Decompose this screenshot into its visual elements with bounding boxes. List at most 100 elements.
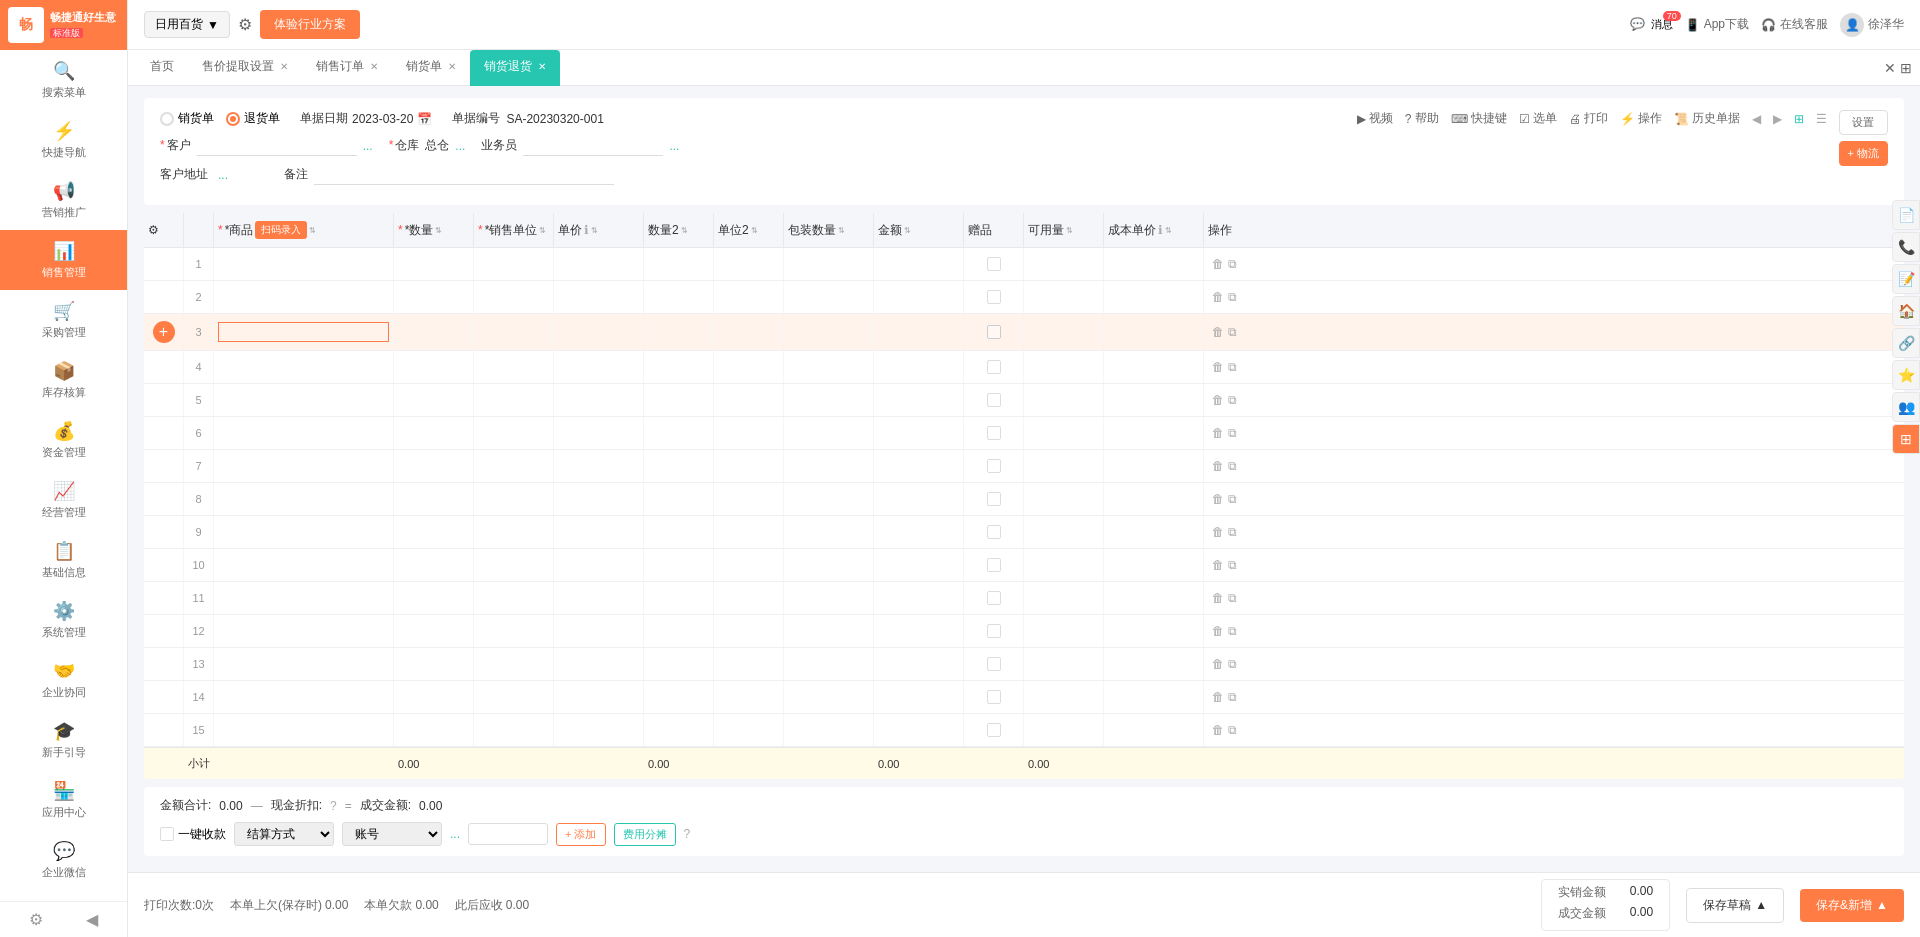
- user-profile-action[interactable]: 👤 徐泽华: [1840, 13, 1904, 37]
- notes-input[interactable]: [314, 164, 614, 185]
- payment-help-icon[interactable]: ?: [684, 827, 691, 841]
- collapse-icon[interactable]: ◀: [86, 910, 98, 929]
- cost-sort-icon[interactable]: ⇅: [1165, 226, 1172, 235]
- fee-split-btn[interactable]: 费用分摊: [614, 823, 676, 846]
- sidebar-item-operations[interactable]: 📈 经营管理: [0, 470, 127, 530]
- nav-prev-icon[interactable]: ◀: [1752, 112, 1761, 126]
- float-btn-6[interactable]: ⭐: [1892, 360, 1920, 390]
- available-sort-icon[interactable]: ⇅: [1066, 226, 1073, 235]
- select-btn[interactable]: ☑ 选单: [1519, 110, 1557, 127]
- qty2-sort-icon[interactable]: ⇅: [681, 226, 688, 235]
- float-btn-4[interactable]: 🏠: [1892, 296, 1920, 326]
- online-service-action[interactable]: 🎧 在线客服: [1761, 16, 1828, 33]
- sidebar-item-enterprise[interactable]: 🤝 企业协同: [0, 650, 127, 710]
- row-1-price[interactable]: [554, 248, 644, 280]
- row-3-copy-icon[interactable]: ⧉: [1228, 325, 1237, 339]
- operate-btn[interactable]: ⚡ 操作: [1620, 110, 1662, 127]
- one-click-checkbox[interactable]: 一键收款: [160, 826, 226, 843]
- list-view-icon[interactable]: ☰: [1816, 112, 1827, 126]
- float-btn-2[interactable]: 📞: [1892, 232, 1920, 262]
- customer-input[interactable]: [197, 135, 357, 156]
- row-1-product[interactable]: [214, 248, 394, 280]
- row-2-unit2[interactable]: [714, 281, 784, 313]
- grid-view-icon[interactable]: ⊞: [1794, 112, 1804, 126]
- row-2-gift-checkbox[interactable]: [987, 290, 1001, 304]
- row-1-gift-checkbox[interactable]: [987, 257, 1001, 271]
- table-config-icon[interactable]: ⚙: [148, 223, 159, 237]
- calendar-icon[interactable]: 📅: [417, 112, 432, 126]
- row-1-qty2[interactable]: [644, 248, 714, 280]
- unit-sort-icon[interactable]: ⇅: [539, 226, 546, 235]
- radio-return[interactable]: 退货单: [226, 110, 280, 127]
- row-3-product[interactable]: [214, 314, 394, 350]
- settle-method-select[interactable]: 结算方式: [234, 822, 334, 846]
- row-3-add[interactable]: +: [144, 314, 184, 350]
- history-btn[interactable]: 📜 历史单据: [1674, 110, 1740, 127]
- row-2-qty[interactable]: [394, 281, 474, 313]
- amount-input[interactable]: [468, 823, 548, 845]
- row-1-delete-icon[interactable]: 🗑: [1212, 257, 1224, 271]
- settings-bottom-icon[interactable]: ⚙: [29, 910, 43, 929]
- row-3-price[interactable]: [554, 314, 644, 350]
- row-3-gift-checkbox[interactable]: [987, 325, 1001, 339]
- sidebar-item-wechat[interactable]: 💬 企业微信: [0, 830, 127, 890]
- row-1-unit[interactable]: [474, 248, 554, 280]
- row-3-unit2[interactable]: [714, 314, 784, 350]
- float-btn-1[interactable]: 📄: [1892, 200, 1920, 230]
- tab-sale-return-close[interactable]: ✕: [538, 61, 546, 72]
- row-3-qty[interactable]: [394, 314, 474, 350]
- sidebar-item-purchase[interactable]: 🛒 采购管理: [0, 290, 127, 350]
- row-1-unit2[interactable]: [714, 248, 784, 280]
- account-dots-icon[interactable]: ...: [450, 827, 460, 841]
- sidebar-item-member[interactable]: V 畅会员: [0, 890, 127, 901]
- row-2-product[interactable]: [214, 281, 394, 313]
- sidebar-item-finance[interactable]: 💰 资金管理: [0, 410, 127, 470]
- sidebar-item-inventory[interactable]: 📦 库存核算: [0, 350, 127, 410]
- pkg-sort-icon[interactable]: ⇅: [838, 226, 845, 235]
- sidebar-item-appstore[interactable]: 🏪 应用中心: [0, 770, 127, 830]
- float-btn-3[interactable]: 📝: [1892, 264, 1920, 294]
- tab-sale-delivery[interactable]: 销货单 ✕: [392, 50, 470, 86]
- tab-home[interactable]: 首页: [136, 50, 188, 86]
- add-row-button[interactable]: +: [153, 321, 175, 343]
- help-btn[interactable]: ? 帮助: [1405, 110, 1439, 127]
- sidebar-item-marketing[interactable]: 📢 营销推广: [0, 170, 127, 230]
- staff-input[interactable]: [523, 135, 663, 156]
- category-select[interactable]: 日用百货 ▼: [144, 11, 230, 38]
- row-1-amount[interactable]: [874, 248, 964, 280]
- staff-dots-icon[interactable]: ...: [669, 139, 679, 153]
- app-download-action[interactable]: 📱 App下载: [1685, 16, 1749, 33]
- video-btn[interactable]: ▶ 视频: [1357, 110, 1393, 127]
- unit2-sort-icon[interactable]: ⇅: [751, 226, 758, 235]
- float-btn-8[interactable]: ⊞: [1892, 424, 1920, 454]
- qty-sort-icon[interactable]: ⇅: [435, 226, 442, 235]
- save-new-button[interactable]: 保存&新增 ▲: [1800, 889, 1904, 922]
- nav-next-icon[interactable]: ▶: [1773, 112, 1782, 126]
- amount-sort-icon[interactable]: ⇅: [904, 226, 911, 235]
- address-dots-icon[interactable]: ...: [218, 168, 228, 182]
- row-1-gift[interactable]: [964, 248, 1024, 280]
- fullscreen-btn[interactable]: ⊞: [1900, 60, 1912, 76]
- row-2-delete-icon[interactable]: 🗑: [1212, 290, 1224, 304]
- row-1-pkg-qty[interactable]: [784, 248, 874, 280]
- scan-btn-header[interactable]: 扫码录入: [255, 221, 307, 239]
- tab-sale-order[interactable]: 销售订单 ✕: [302, 50, 392, 86]
- add-logistics-btn[interactable]: + 物流: [1839, 141, 1888, 166]
- row-2-pkg-qty[interactable]: [784, 281, 874, 313]
- tab-sale-price-close[interactable]: ✕: [280, 61, 288, 72]
- add-payment-btn[interactable]: + 添加: [556, 823, 605, 846]
- sidebar-item-system[interactable]: ⚙️ 系统管理: [0, 590, 127, 650]
- one-click-checkbox-box[interactable]: [160, 827, 174, 841]
- print-btn[interactable]: 🖨 打印: [1569, 110, 1608, 127]
- row-3-gift[interactable]: [964, 314, 1024, 350]
- tab-sale-order-close[interactable]: ✕: [370, 61, 378, 72]
- row-2-copy-icon[interactable]: ⧉: [1228, 290, 1237, 304]
- sidebar-item-search[interactable]: 🔍 搜索菜单: [0, 50, 127, 110]
- tab-sale-delivery-close[interactable]: ✕: [448, 61, 456, 72]
- row-2-gift[interactable]: [964, 281, 1024, 313]
- header-settings-icon[interactable]: ⚙: [238, 15, 252, 34]
- row-3-qty2[interactable]: [644, 314, 714, 350]
- row-3-unit[interactable]: [474, 314, 554, 350]
- sidebar-item-newbie[interactable]: 🎓 新手引导: [0, 710, 127, 770]
- shortcut-btn[interactable]: ⌨ 快捷键: [1451, 110, 1507, 127]
